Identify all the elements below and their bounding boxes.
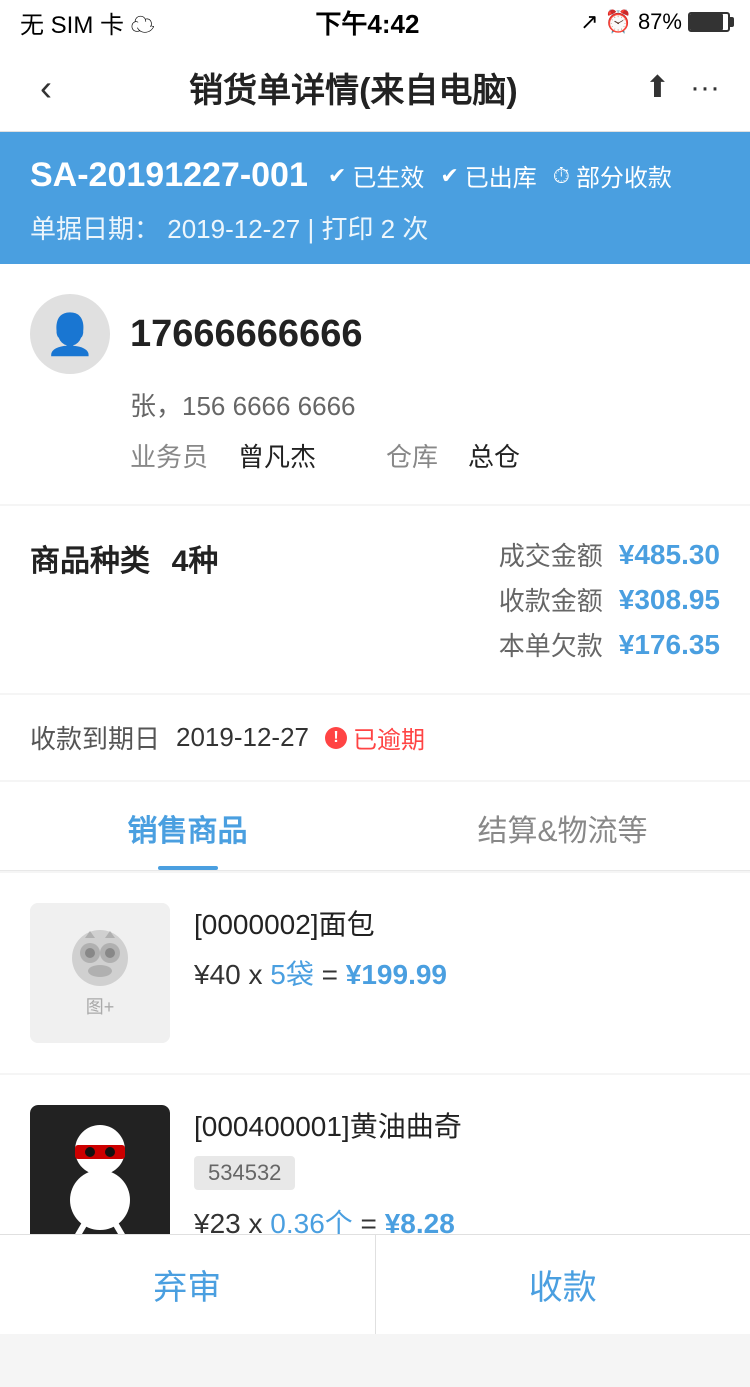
bottom-action-bar: 弃审 收款 — [0, 1234, 750, 1334]
confirm-button[interactable]: 收款 — [376, 1235, 750, 1334]
sales-label: 业务员 — [130, 437, 208, 474]
debt-row: 本单欠款 ¥176.35 — [499, 626, 720, 663]
svg-text:图+: 图+ — [86, 997, 115, 1017]
battery-icon — [688, 12, 730, 32]
nav-right-actions: ⬆ ··· — [645, 70, 720, 105]
product-thumbnail-2 — [30, 1105, 170, 1245]
more-button[interactable]: ··· — [690, 71, 720, 105]
page-title: 销货单详情(来自电脑) — [189, 63, 518, 112]
order-id: SA-20191227-001 — [30, 156, 308, 195]
overdue-text: 已逾期 — [353, 720, 425, 755]
tab-bar: 销售商品 结算&物流等 — [0, 782, 750, 871]
share-button[interactable]: ⬆ — [645, 70, 670, 105]
status-bar: 无 SIM 卡 ☁ 下午4:42 ↗ ⏰ 87% — [0, 0, 750, 44]
order-date: 2019-12-27 — [167, 214, 300, 244]
check-icon: ✔ — [328, 163, 346, 189]
type-count: 4种 — [172, 545, 219, 578]
customer-main-row: 👤 17666666666 — [30, 294, 720, 374]
badge-partial: ⏱ 部分收款 — [553, 158, 672, 193]
print-info: | 打印 2 次 — [307, 214, 428, 244]
back-button[interactable]: ‹ — [30, 57, 62, 119]
due-date: 2019-12-27 — [176, 722, 309, 753]
overdue-badge: ! 已逾期 — [325, 720, 425, 755]
customer-meta: 业务员 曾凡杰 仓库 总仓 — [30, 437, 720, 474]
amount-label: 成交金额 — [499, 536, 603, 573]
stats-left: 商品种类 4种 — [30, 536, 218, 580]
tab-products[interactable]: 销售商品 — [0, 782, 375, 870]
check-icon-2: ✔ — [440, 163, 458, 189]
debt-label: 本单欠款 — [499, 626, 603, 663]
type-label: 商品种类 — [30, 545, 150, 578]
overdue-dot-icon: ! — [325, 727, 347, 749]
tab-settlement-label: 结算&物流等 — [477, 815, 647, 848]
status-left: 无 SIM 卡 ☁ — [20, 5, 155, 40]
product-name-2: [000400001]黄油曲奇 — [194, 1105, 720, 1145]
stats-right: 成交金额 ¥485.30 收款金额 ¥308.95 本单欠款 ¥176.35 — [499, 536, 720, 663]
sales-name: 曾凡杰 — [238, 437, 316, 474]
cookie-svg — [30, 1105, 170, 1245]
product-eq-1: = — [314, 959, 346, 990]
order-badges: ✔ 已生效 ✔ 已出库 ⏱ 部分收款 — [328, 158, 672, 193]
product-thumbnail-1: 图+ — [30, 903, 170, 1043]
status-time: 下午4:42 — [315, 4, 419, 41]
table-row: 图+ [0000002]面包 ¥40 x 5袋 = ¥199.99 — [0, 873, 750, 1073]
amount-value: ¥485.30 — [619, 539, 720, 571]
bread-svg: 图+ — [30, 903, 170, 1043]
cancel-button[interactable]: 弃审 — [0, 1235, 376, 1334]
confirm-label: 收款 — [529, 1260, 597, 1309]
received-label: 收款金额 — [499, 581, 603, 618]
badge-effective-label: 已生效 — [352, 158, 424, 193]
product-name-1: [0000002]面包 — [194, 903, 720, 943]
sim-label: 无 SIM 卡 ☁ — [20, 5, 155, 40]
avatar-icon: 👤 — [45, 311, 95, 358]
product-type-row: 商品种类 4种 — [30, 536, 218, 580]
product-price-1: ¥40 x 5袋 = ¥199.99 — [194, 953, 720, 993]
product-qty-1: 5袋 — [270, 959, 314, 990]
badge-shipped: ✔ 已出库 — [440, 158, 536, 193]
customer-phone: 17666666666 — [130, 313, 362, 356]
warehouse-name: 总仓 — [468, 437, 520, 474]
badge-effective: ✔ 已生效 — [328, 158, 424, 193]
badge-shipped-label: 已出库 — [465, 158, 537, 193]
debt-value: ¥176.35 — [619, 629, 720, 661]
status-right: ↗ ⏰ 87% — [580, 9, 730, 35]
battery-fill — [690, 14, 723, 30]
customer-contact: 张，156 6666 6666 — [30, 386, 720, 423]
badge-partial-label: 部分收款 — [576, 158, 672, 193]
cancel-label: 弃审 — [153, 1260, 221, 1309]
received-value: ¥308.95 — [619, 584, 720, 616]
avatar: 👤 — [30, 294, 110, 374]
tab-settlement[interactable]: 结算&物流等 — [375, 782, 750, 870]
customer-section: 👤 17666666666 张，156 6666 6666 业务员 曾凡杰 仓库… — [0, 264, 750, 504]
date-label: 单据日期： — [30, 214, 160, 244]
product-info-2: [000400001]黄油曲奇 534532 ¥23 x 0.36个 = ¥8.… — [194, 1105, 720, 1242]
amount-row: 成交金额 ¥485.30 — [499, 536, 720, 573]
clock-icon: ⏱ — [553, 163, 570, 189]
alarm-icon: ⏰ — [605, 9, 632, 35]
nav-bar: ‹ 销货单详情(来自电脑) ⬆ ··· — [0, 44, 750, 132]
tab-products-label: 销售商品 — [128, 815, 248, 848]
warehouse-label: 仓库 — [386, 437, 438, 474]
order-date-row: 单据日期： 2019-12-27 | 打印 2 次 — [30, 209, 720, 246]
banner-top-row: SA-20191227-001 ✔ 已生效 ✔ 已出库 ⏱ 部分收款 — [30, 156, 720, 195]
product-total-1: ¥199.99 — [346, 959, 447, 990]
location-icon: ↗ — [580, 9, 598, 35]
stats-section: 商品种类 4种 成交金额 ¥485.30 收款金额 ¥308.95 本单欠款 ¥… — [0, 506, 750, 693]
received-row: 收款金额 ¥308.95 — [499, 581, 720, 618]
order-header-banner: SA-20191227-001 ✔ 已生效 ✔ 已出库 ⏱ 部分收款 单据日期：… — [0, 132, 750, 264]
product-info-1: [0000002]面包 ¥40 x 5袋 = ¥199.99 — [194, 903, 720, 993]
due-label: 收款到期日 — [30, 719, 160, 756]
product-price-base-1: ¥40 x — [194, 959, 270, 990]
due-section: 收款到期日 2019-12-27 ! 已逾期 — [0, 695, 750, 780]
battery-percent: 87% — [638, 9, 682, 35]
product-sku-2: 534532 — [194, 1156, 295, 1190]
